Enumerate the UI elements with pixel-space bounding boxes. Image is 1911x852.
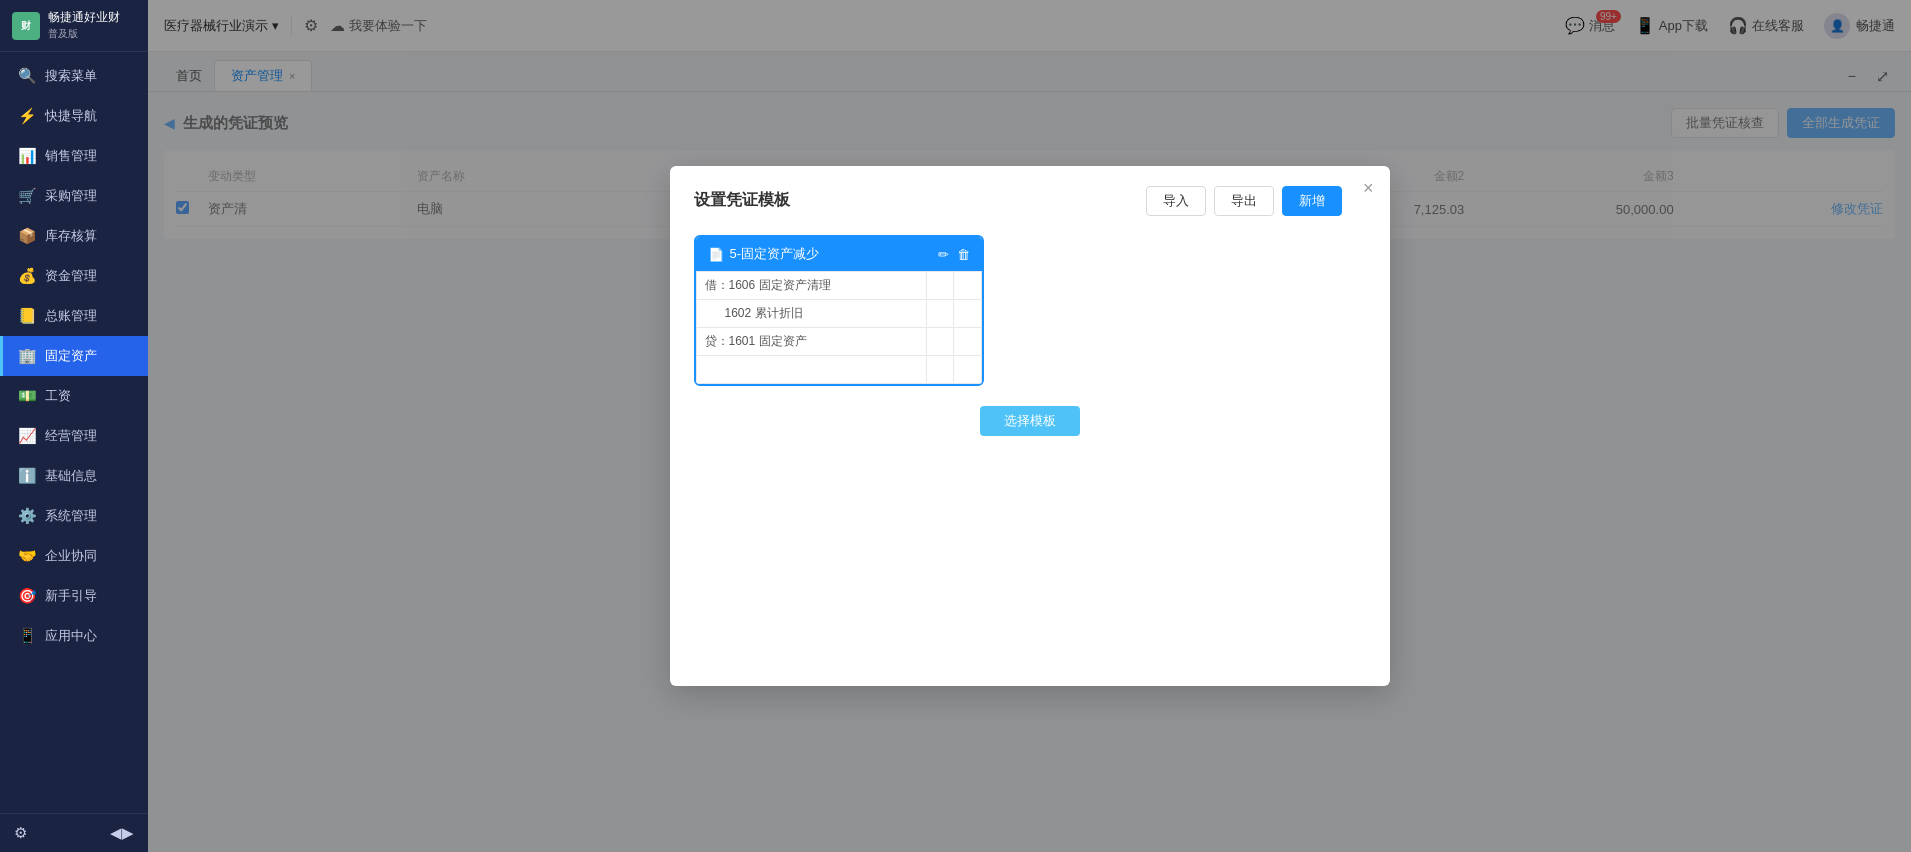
modal-overlay: 设置凭证模板 导入 导出 新增 × 📄 5-固定资产减少 ✏ 🗑 借：1606 …	[148, 0, 1911, 852]
sidebar-item-operations[interactable]: 📈 经营管理	[0, 416, 148, 456]
guide-icon: 🎯	[17, 586, 37, 606]
sidebar-item-label: 固定资产	[45, 347, 97, 365]
fixed-assets-icon: 🏢	[17, 346, 37, 366]
sidebar-item-enterprise[interactable]: 🤝 企业协同	[0, 536, 148, 576]
row2-debit	[926, 300, 953, 328]
sidebar-item-app-center[interactable]: 📱 应用中心	[0, 616, 148, 656]
row1-credit	[954, 272, 981, 300]
template-row-4	[696, 356, 981, 384]
template-name: 5-固定资产减少	[730, 245, 820, 263]
funds-icon: 💰	[17, 266, 37, 286]
sidebar-item-search[interactable]: 🔍 搜索菜单	[0, 56, 148, 96]
ledger-icon: 📒	[17, 306, 37, 326]
system-icon: ⚙️	[17, 506, 37, 526]
inventory-icon: 📦	[17, 226, 37, 246]
row2-account: 1602 累计折旧	[696, 300, 926, 328]
row1-type: 借：1606 固定资产清理	[696, 272, 926, 300]
sidebar-item-fixed-assets[interactable]: 🏢 固定资产	[0, 336, 148, 376]
collapse-icon[interactable]: ◀▶	[110, 824, 134, 842]
modal-close-button[interactable]: ×	[1363, 178, 1374, 199]
sidebar-item-label: 总账管理	[45, 307, 97, 325]
sidebar-item-guide[interactable]: 🎯 新手引导	[0, 576, 148, 616]
sidebar-item-label: 新手引导	[45, 587, 97, 605]
template-table: 借：1606 固定资产清理 1602 累计折旧 贷：1601 固定资产	[696, 271, 982, 384]
sidebar-item-system[interactable]: ⚙️ 系统管理	[0, 496, 148, 536]
sidebar-item-label: 采购管理	[45, 187, 97, 205]
sidebar: 财 畅捷通好业财 普及版 🔍 搜索菜单 ⚡ 快捷导航 📊 销售管理 🛒 采购管理	[0, 0, 148, 852]
template-row-2: 1602 累计折旧	[696, 300, 981, 328]
template-card-header: 📄 5-固定资产减少 ✏ 🗑	[696, 237, 982, 271]
export-button[interactable]: 导出	[1214, 186, 1274, 216]
row3-credit	[954, 328, 981, 356]
row4-debit	[926, 356, 953, 384]
sidebar-footer: ⚙ ◀▶	[0, 813, 148, 852]
sidebar-item-label: 基础信息	[45, 467, 97, 485]
template-card: 📄 5-固定资产减少 ✏ 🗑 借：1606 固定资产清理 1602 累计折旧	[694, 235, 984, 386]
enterprise-icon: 🤝	[17, 546, 37, 566]
sidebar-item-payroll[interactable]: 💵 工资	[0, 376, 148, 416]
sidebar-item-ledger[interactable]: 📒 总账管理	[0, 296, 148, 336]
sidebar-item-label: 企业协同	[45, 547, 97, 565]
import-button[interactable]: 导入	[1146, 186, 1206, 216]
sidebar-item-purchase[interactable]: 🛒 采购管理	[0, 176, 148, 216]
template-row-3: 贷：1601 固定资产	[696, 328, 981, 356]
sidebar-nav: 🔍 搜索菜单 ⚡ 快捷导航 📊 销售管理 🛒 采购管理 📦 库存核算 💰	[0, 52, 148, 813]
template-card-body: 借：1606 固定资产清理 1602 累计折旧 贷：1601 固定资产	[696, 271, 982, 384]
select-template-button[interactable]: 选择模板	[980, 406, 1080, 436]
row4-credit	[954, 356, 981, 384]
row4-empty	[696, 356, 926, 384]
sidebar-item-inventory[interactable]: 📦 库存核算	[0, 216, 148, 256]
row1-debit	[926, 272, 953, 300]
sidebar-item-label: 销售管理	[45, 147, 97, 165]
sales-icon: 📊	[17, 146, 37, 166]
sidebar-item-label: 资金管理	[45, 267, 97, 285]
sidebar-item-label: 系统管理	[45, 507, 97, 525]
sidebar-item-sales[interactable]: 📊 销售管理	[0, 136, 148, 176]
row3-type: 贷：1601 固定资产	[696, 328, 926, 356]
sidebar-item-label: 经营管理	[45, 427, 97, 445]
template-icon: 📄	[708, 247, 724, 262]
sidebar-item-label: 应用中心	[45, 627, 97, 645]
edit-template-icon[interactable]: ✏	[938, 247, 949, 262]
new-button[interactable]: 新增	[1282, 186, 1342, 216]
template-row-1: 借：1606 固定资产清理	[696, 272, 981, 300]
quick-nav-icon: ⚡	[17, 106, 37, 126]
logo-icon: 财	[12, 12, 40, 40]
settings-icon[interactable]: ⚙	[14, 824, 27, 842]
sidebar-item-label: 快捷导航	[45, 107, 97, 125]
sidebar-item-label: 库存核算	[45, 227, 97, 245]
template-header-actions: ✏ 🗑	[938, 247, 970, 262]
search-icon: 🔍	[17, 66, 37, 86]
sidebar-item-label: 工资	[45, 387, 71, 405]
voucher-template-modal: 设置凭证模板 导入 导出 新增 × 📄 5-固定资产减少 ✏ 🗑 借：1606 …	[670, 166, 1390, 686]
payroll-icon: 💵	[17, 386, 37, 406]
basic-info-icon: ℹ️	[17, 466, 37, 486]
logo-name: 畅捷通好业财	[48, 10, 120, 26]
purchase-icon: 🛒	[17, 186, 37, 206]
sidebar-item-basic-info[interactable]: ℹ️ 基础信息	[0, 456, 148, 496]
operations-icon: 📈	[17, 426, 37, 446]
sidebar-item-label: 搜索菜单	[45, 67, 97, 85]
app-center-icon: 📱	[17, 626, 37, 646]
row3-debit	[926, 328, 953, 356]
delete-template-icon[interactable]: 🗑	[957, 247, 970, 262]
logo-badge: 普及版	[48, 27, 120, 41]
sidebar-item-quick-nav[interactable]: ⚡ 快捷导航	[0, 96, 148, 136]
sidebar-item-funds[interactable]: 💰 资金管理	[0, 256, 148, 296]
row2-credit	[954, 300, 981, 328]
app-logo: 财 畅捷通好业财 普及版	[0, 0, 148, 52]
modal-toolbar: 导入 导出 新增	[1146, 186, 1342, 216]
